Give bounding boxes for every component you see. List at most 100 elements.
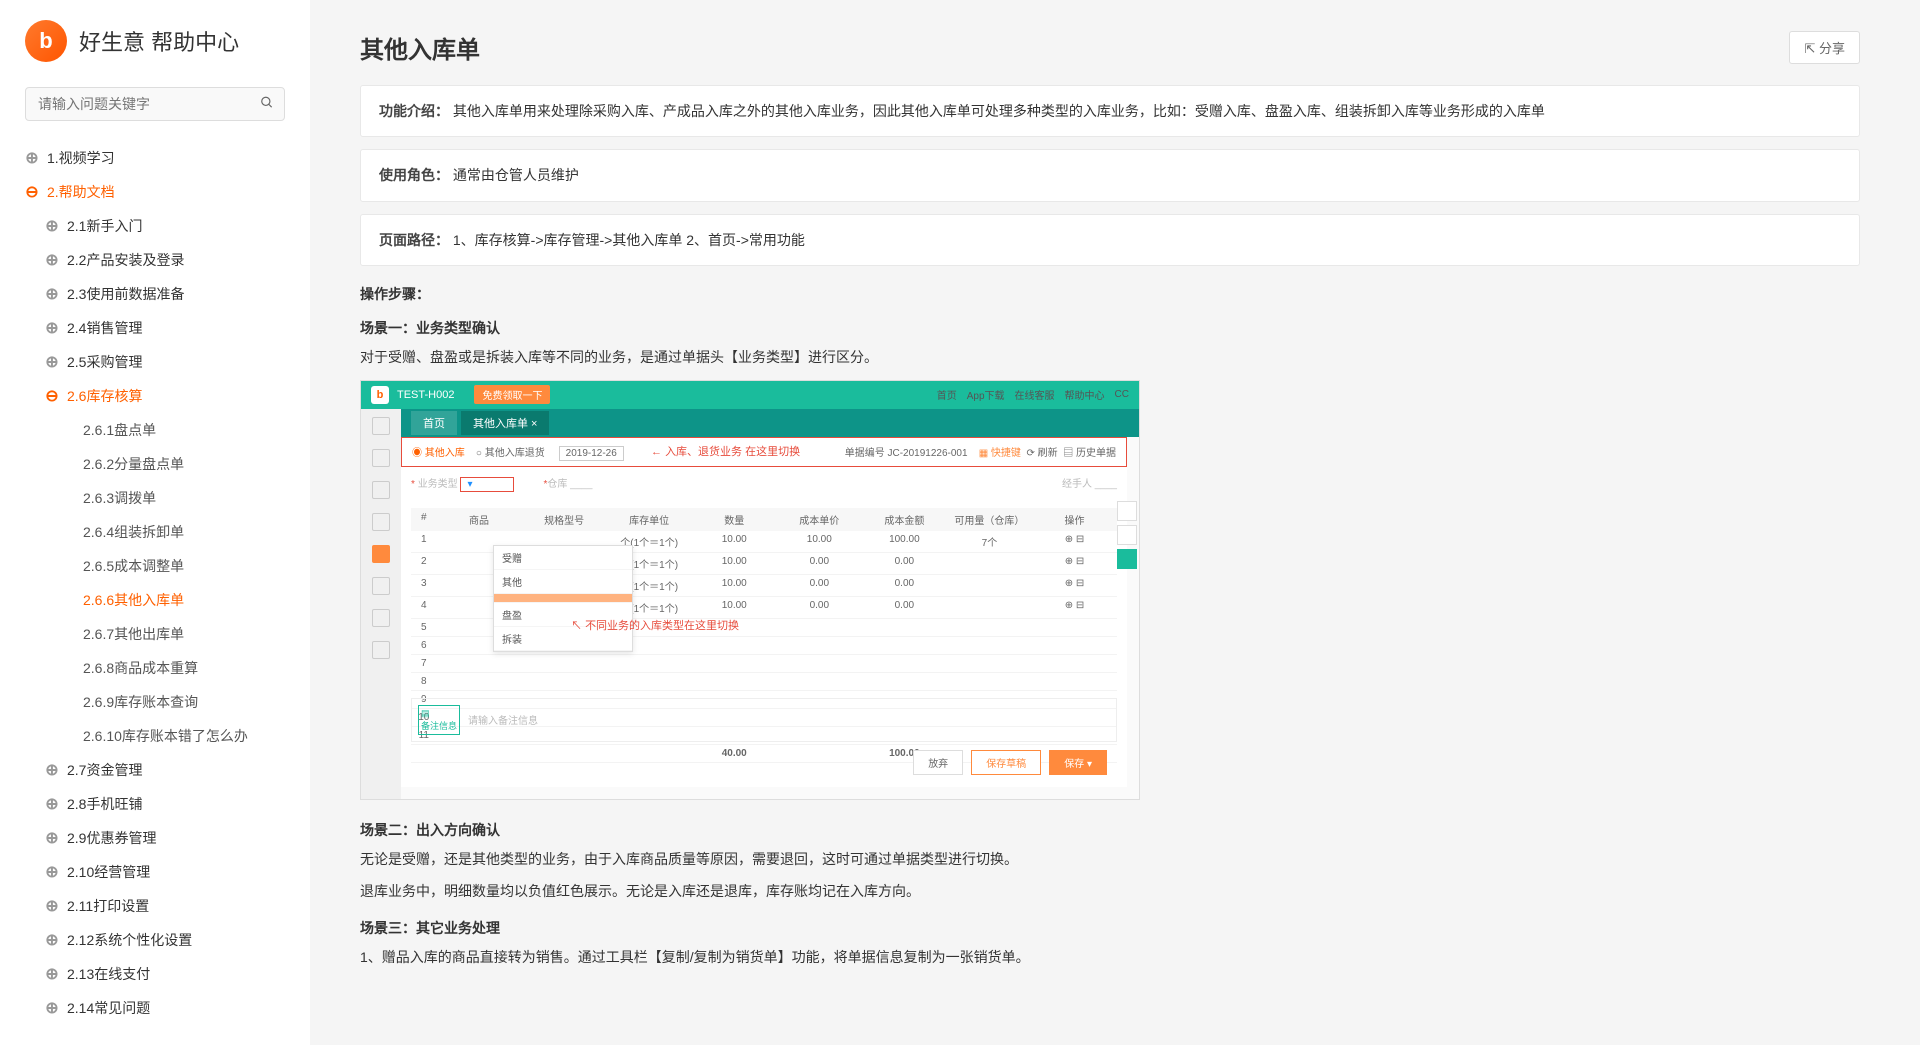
nav-label: 2.5采购管理 bbox=[67, 352, 142, 372]
nav-label: 2.7资金管理 bbox=[67, 760, 142, 780]
expand-icon: ⊕ bbox=[45, 253, 59, 267]
nav-2-7[interactable]: ⊕ 2.7资金管理 bbox=[25, 753, 285, 787]
intro-label: 功能介绍： bbox=[379, 103, 449, 119]
nav-2-6-1[interactable]: 2.6.1盘点单 bbox=[25, 413, 285, 447]
nav-2-6-6[interactable]: 2.6.6其他入库单 bbox=[25, 583, 285, 617]
path-label: 页面路径： bbox=[379, 232, 449, 248]
nav-label: 2.6.3调拨单 bbox=[83, 488, 156, 508]
expand-icon: ⊕ bbox=[45, 321, 59, 335]
ss-dd-item: 其他 bbox=[494, 570, 632, 594]
nav-2-6-8[interactable]: 2.6.8商品成本重算 bbox=[25, 651, 285, 685]
collapse-icon: ⊖ bbox=[25, 185, 39, 199]
nav-2-6-7[interactable]: 2.6.7其他出库单 bbox=[25, 617, 285, 651]
ss-sb-icon bbox=[372, 449, 390, 467]
ss-table-header: # 商品 规格型号 库存单位 数量 成本单价 成本金额 可用量（仓库） 操作 bbox=[411, 508, 1117, 531]
nav-label: 2.帮助文档 bbox=[47, 182, 115, 202]
scene2-text2: 退库业务中，明细数量均以负值红色展示。无论是入库还是退库，库存账均记在入库方向。 bbox=[360, 880, 1860, 904]
nav-2-8[interactable]: ⊕2.8手机旺铺 bbox=[25, 787, 285, 821]
expand-icon: ⊕ bbox=[45, 287, 59, 301]
nav-2-6-5[interactable]: 2.6.5成本调整单 bbox=[25, 549, 285, 583]
nav-2-5[interactable]: ⊕ 2.5采购管理 bbox=[25, 345, 285, 379]
nav-2-12[interactable]: ⊕ 2.12系统个性化设置 bbox=[25, 923, 285, 957]
ss-footer-buttons: 放弃 保存草稿 保存 ▾ bbox=[913, 750, 1107, 775]
nav-2-13[interactable]: ⊕2.13在线支付 bbox=[25, 957, 285, 991]
nav-label: 1.视频学习 bbox=[47, 148, 115, 168]
nav-2-9[interactable]: ⊕2.9优惠券管理 bbox=[25, 821, 285, 855]
nav-video-learning[interactable]: ⊕ 1.视频学习 bbox=[25, 141, 285, 175]
expand-icon: ⊕ bbox=[45, 933, 59, 947]
ss-note-label: 备注信息 bbox=[421, 721, 457, 731]
nav-2-1[interactable]: ⊕2.1新手入门 bbox=[25, 209, 285, 243]
role-label: 使用角色： bbox=[379, 167, 449, 183]
nav-label: 2.6.7其他出库单 bbox=[83, 624, 184, 644]
nav-2-6-3[interactable]: 2.6.3调拨单 bbox=[25, 481, 285, 515]
scene1-text: 对于受赠、盘盈或是拆装入库等不同的业务，是通过单据头【业务类型】进行区分。 bbox=[360, 346, 1860, 370]
expand-icon: ⊕ bbox=[45, 763, 59, 777]
ss-sb-icon-active bbox=[372, 545, 390, 563]
ss-tab-home: 首页 bbox=[411, 411, 457, 435]
steps-label: 操作步骤： bbox=[360, 284, 1860, 304]
ss-dd-item-selected bbox=[494, 594, 632, 603]
collapse-icon: ⊖ bbox=[45, 389, 59, 403]
nav-2-2[interactable]: ⊕ 2.2产品安装及登录 bbox=[25, 243, 285, 277]
nav-2-14[interactable]: ⊕ 2.14常见问题 bbox=[25, 991, 285, 1025]
ss-date: 2019-12-26 bbox=[559, 446, 624, 461]
intro-box: 功能介绍： 其他入库单用来处理除采购入库、产成品入库之外的其他入库业务，因此其他… bbox=[360, 85, 1860, 137]
nav-2-6-2[interactable]: 2.6.2分量盘点单 bbox=[25, 447, 285, 481]
nav-2-6-9[interactable]: 2.6.9库存账本查询 bbox=[25, 685, 285, 719]
ss-radio-return: ○ 其他入库退货 bbox=[476, 448, 545, 459]
nav-2-3[interactable]: ⊕2.3使用前数据准备 bbox=[25, 277, 285, 311]
ss-right-toolbar bbox=[1117, 501, 1139, 569]
expand-icon: ⊕ bbox=[45, 1001, 59, 1015]
ss-biztype-select: ▾ bbox=[460, 477, 513, 492]
ss-sb-icon bbox=[372, 417, 390, 435]
ss-free-button: 免费领取一下 bbox=[474, 385, 550, 404]
page-header: 其他入库单 ⇱ 分享 bbox=[360, 30, 1860, 65]
share-label: 分享 bbox=[1819, 41, 1845, 56]
nav-2-4[interactable]: ⊕2.4销售管理 bbox=[25, 311, 285, 345]
ss-dropdown: 受赠 其他 盘盈 拆装 bbox=[493, 545, 633, 652]
nav-2-6-10[interactable]: 2.6.10库存账本错了怎么办 bbox=[25, 719, 285, 753]
ss-note-box: ▤备注信息 请输入备注信息 bbox=[411, 698, 1117, 742]
expand-icon: ⊕ bbox=[45, 797, 59, 811]
ss-dd-item: 受赠 bbox=[494, 546, 632, 570]
ss-order-no: JC-20191226-001 bbox=[888, 448, 968, 459]
content-section: 操作步骤： 场景一：业务类型确认 对于受赠、盘盈或是拆装入库等不同的业务，是通过… bbox=[360, 284, 1860, 969]
ss-sb-icon bbox=[372, 641, 390, 659]
nav-label: 2.10经营管理 bbox=[67, 862, 150, 882]
ss-test-label: TEST-H002 bbox=[397, 389, 454, 401]
search-input[interactable] bbox=[26, 88, 284, 120]
intro-text: 其他入库单用来处理除采购入库、产成品入库之外的其他入库业务，因此其他入库单可处理… bbox=[453, 103, 1545, 119]
nav-label: 2.6.6其他入库单 bbox=[83, 590, 184, 610]
expand-icon: ⊕ bbox=[45, 899, 59, 913]
ss-warehouse-label: 仓库 bbox=[547, 479, 567, 490]
ss-nav-app: App下载 bbox=[967, 387, 1005, 402]
sidebar: b 好生意 帮助中心 ⊕1.视频学习 ⊖2.帮助文档 ⊕2.1新手入门 ⊕2.2… bbox=[0, 0, 310, 1045]
ss-tool-shortcut: 快捷键 bbox=[991, 448, 1021, 459]
role-box: 使用角色： 通常由仓管人员维护 bbox=[360, 149, 1860, 201]
expand-icon: ⊕ bbox=[45, 865, 59, 879]
scene2-title: 场景二：出入方向确认 bbox=[360, 820, 1860, 840]
nav-label: 2.14常见问题 bbox=[67, 998, 150, 1018]
search-box[interactable] bbox=[25, 87, 285, 121]
nav-2-11[interactable]: ⊕2.11打印设置 bbox=[25, 889, 285, 923]
ss-logo-icon: b bbox=[371, 386, 389, 404]
expand-icon: ⊕ bbox=[25, 151, 39, 165]
nav-label: 2.6.1盘点单 bbox=[83, 420, 156, 440]
logo-icon: b bbox=[25, 20, 67, 62]
expand-icon: ⊕ bbox=[45, 355, 59, 369]
ss-sb-icon bbox=[372, 609, 390, 627]
search-icon[interactable] bbox=[260, 96, 274, 113]
ss-cancel-btn: 放弃 bbox=[913, 750, 963, 775]
ss-sb-icon bbox=[372, 513, 390, 531]
nav-label: 2.2产品安装及登录 bbox=[67, 250, 184, 270]
nav-2-6[interactable]: ⊖2.6库存核算 bbox=[25, 379, 285, 413]
nav-help-docs[interactable]: ⊖ 2.帮助文档 bbox=[25, 175, 285, 209]
nav-2-6-4[interactable]: 2.6.4组装拆卸单 bbox=[25, 515, 285, 549]
nav-label: 2.6.4组装拆卸单 bbox=[83, 522, 184, 542]
nav-2-10[interactable]: ⊕ 2.10经营管理 bbox=[25, 855, 285, 889]
nav-label: 2.6.5成本调整单 bbox=[83, 556, 184, 576]
scene2-text1: 无论是受赠，还是其他类型的业务，由于入库商品质量等原因，需要退回，这时可通过单据… bbox=[360, 848, 1860, 872]
nav-label: 2.12系统个性化设置 bbox=[67, 930, 192, 950]
share-button[interactable]: ⇱ 分享 bbox=[1789, 31, 1860, 64]
